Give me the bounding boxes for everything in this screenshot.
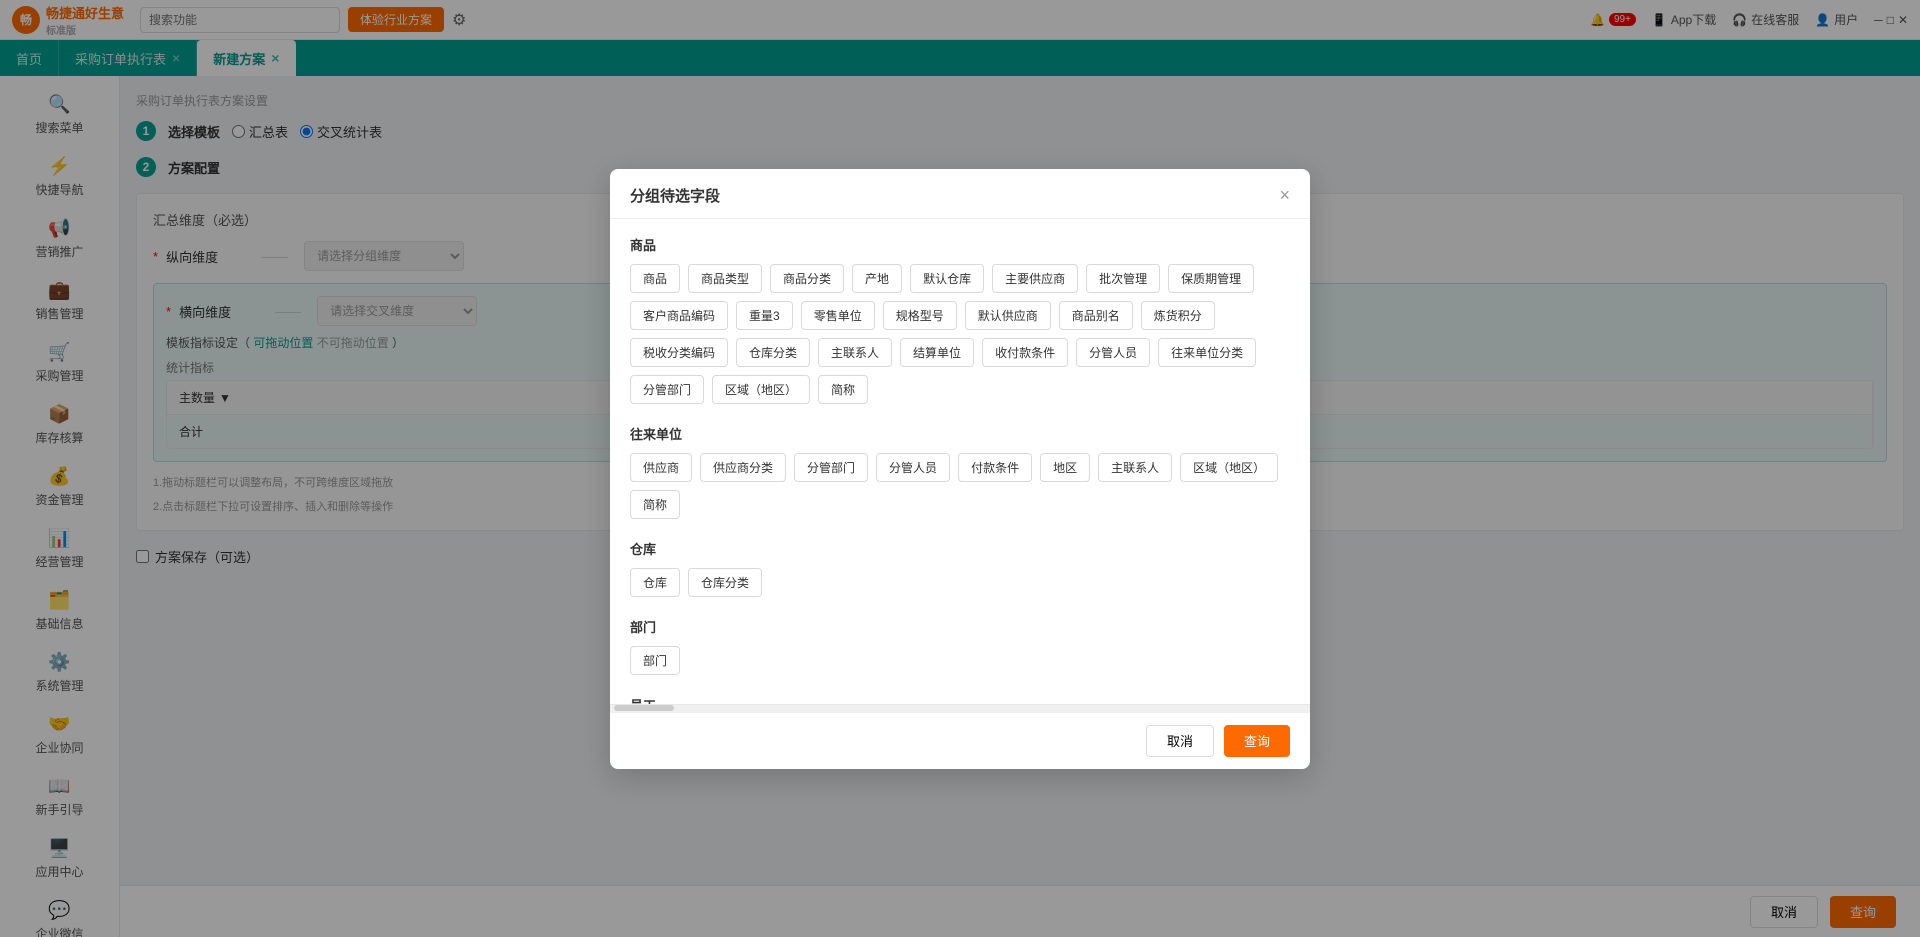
modal-body: 商品 商品商品类型商品分类产地默认仓库主要供应商批次管理保质期管理客户商品编码重… <box>610 219 1310 705</box>
field-chip[interactable]: 付款条件 <box>958 453 1032 482</box>
section-partner-chips: 供应商供应商分类分管部门分管人员付款条件地区主联系人区域（地区） 简称 <box>630 453 1290 519</box>
modal-confirm-button[interactable]: 查询 <box>1224 725 1290 757</box>
modal-hscrollbar[interactable] <box>610 704 1310 711</box>
section-partner: 往来单位 供应商供应商分类分管部门分管人员付款条件地区主联系人区域（地区） 简称 <box>630 424 1290 519</box>
field-chip[interactable]: 供应商分类 <box>700 453 786 482</box>
section-warehouse-title: 仓库 <box>630 539 1290 558</box>
field-chip[interactable]: 客户商品编码 <box>630 301 728 330</box>
section-product-chips: 商品商品类型商品分类产地默认仓库主要供应商批次管理保质期管理客户商品编码重量3 零… <box>630 264 1290 404</box>
field-chip[interactable]: 保质期管理 <box>1168 264 1254 293</box>
field-chip[interactable]: 区域（地区） <box>1180 453 1278 482</box>
field-chip[interactable]: 税收分类编码 <box>630 338 728 367</box>
section-dept-title: 部门 <box>630 617 1290 636</box>
modal-overlay[interactable]: 分组待选字段 × 商品 商品商品类型商品分类产地默认仓库主要供应商批次管理保质期… <box>0 0 1920 937</box>
modal-cancel-button[interactable]: 取消 <box>1146 725 1214 757</box>
section-employee-title: 员工 <box>630 695 1290 705</box>
section-dept-chips: 部门 <box>630 646 1290 675</box>
modal-footer: 取消 查询 <box>610 712 1310 769</box>
field-chip[interactable]: 往来单位分类 <box>1158 338 1256 367</box>
field-chip[interactable]: 分管部门 <box>794 453 868 482</box>
field-chip[interactable]: 地区 <box>1040 453 1090 482</box>
field-chip[interactable]: 产地 <box>852 264 902 293</box>
section-product-title: 商品 <box>630 235 1290 254</box>
modal-title: 分组待选字段 <box>630 185 720 206</box>
field-chip[interactable]: 重量3 <box>736 301 793 330</box>
field-chip[interactable]: 收付款条件 <box>982 338 1068 367</box>
field-chip[interactable]: 部门 <box>630 646 680 675</box>
field-chip[interactable]: 供应商 <box>630 453 692 482</box>
section-dept: 部门 部门 <box>630 617 1290 675</box>
field-chip[interactable]: 简称 <box>818 375 868 404</box>
section-partner-title: 往来单位 <box>630 424 1290 443</box>
section-warehouse: 仓库 仓库仓库分类 <box>630 539 1290 597</box>
section-warehouse-chips: 仓库仓库分类 <box>630 568 1290 597</box>
field-chip[interactable]: 仓库分类 <box>688 568 762 597</box>
field-chip[interactable]: 简称 <box>630 490 680 519</box>
section-product: 商品 商品商品类型商品分类产地默认仓库主要供应商批次管理保质期管理客户商品编码重… <box>630 235 1290 404</box>
field-chip[interactable]: 默认供应商 <box>965 301 1051 330</box>
field-chip[interactable]: 批次管理 <box>1086 264 1160 293</box>
field-chip[interactable]: 分管部门 <box>630 375 704 404</box>
field-chip[interactable]: 商品分类 <box>770 264 844 293</box>
field-chip[interactable]: 主要供应商 <box>992 264 1078 293</box>
field-chip[interactable]: 商品别名 <box>1059 301 1133 330</box>
field-chip[interactable]: 商品类型 <box>688 264 762 293</box>
field-chip[interactable]: 区域（地区） <box>712 375 810 404</box>
field-chip[interactable]: 主联系人 <box>1098 453 1172 482</box>
field-chip[interactable]: 零售单位 <box>801 301 875 330</box>
modal-close-button[interactable]: × <box>1279 186 1290 204</box>
section-employee: 员工 业务员 <box>630 695 1290 705</box>
field-chip[interactable]: 仓库 <box>630 568 680 597</box>
field-chip[interactable]: 商品 <box>630 264 680 293</box>
field-chip[interactable]: 结算单位 <box>900 338 974 367</box>
field-chip[interactable]: 规格型号 <box>883 301 957 330</box>
field-chip[interactable]: 炼货积分 <box>1141 301 1215 330</box>
field-chip[interactable]: 主联系人 <box>818 338 892 367</box>
modal-header: 分组待选字段 × <box>610 169 1310 219</box>
field-chip[interactable]: 仓库分类 <box>736 338 810 367</box>
modal: 分组待选字段 × 商品 商品商品类型商品分类产地默认仓库主要供应商批次管理保质期… <box>610 169 1310 769</box>
field-chip[interactable]: 分管人员 <box>876 453 950 482</box>
field-chip[interactable]: 分管人员 <box>1076 338 1150 367</box>
field-chip[interactable]: 默认仓库 <box>910 264 984 293</box>
